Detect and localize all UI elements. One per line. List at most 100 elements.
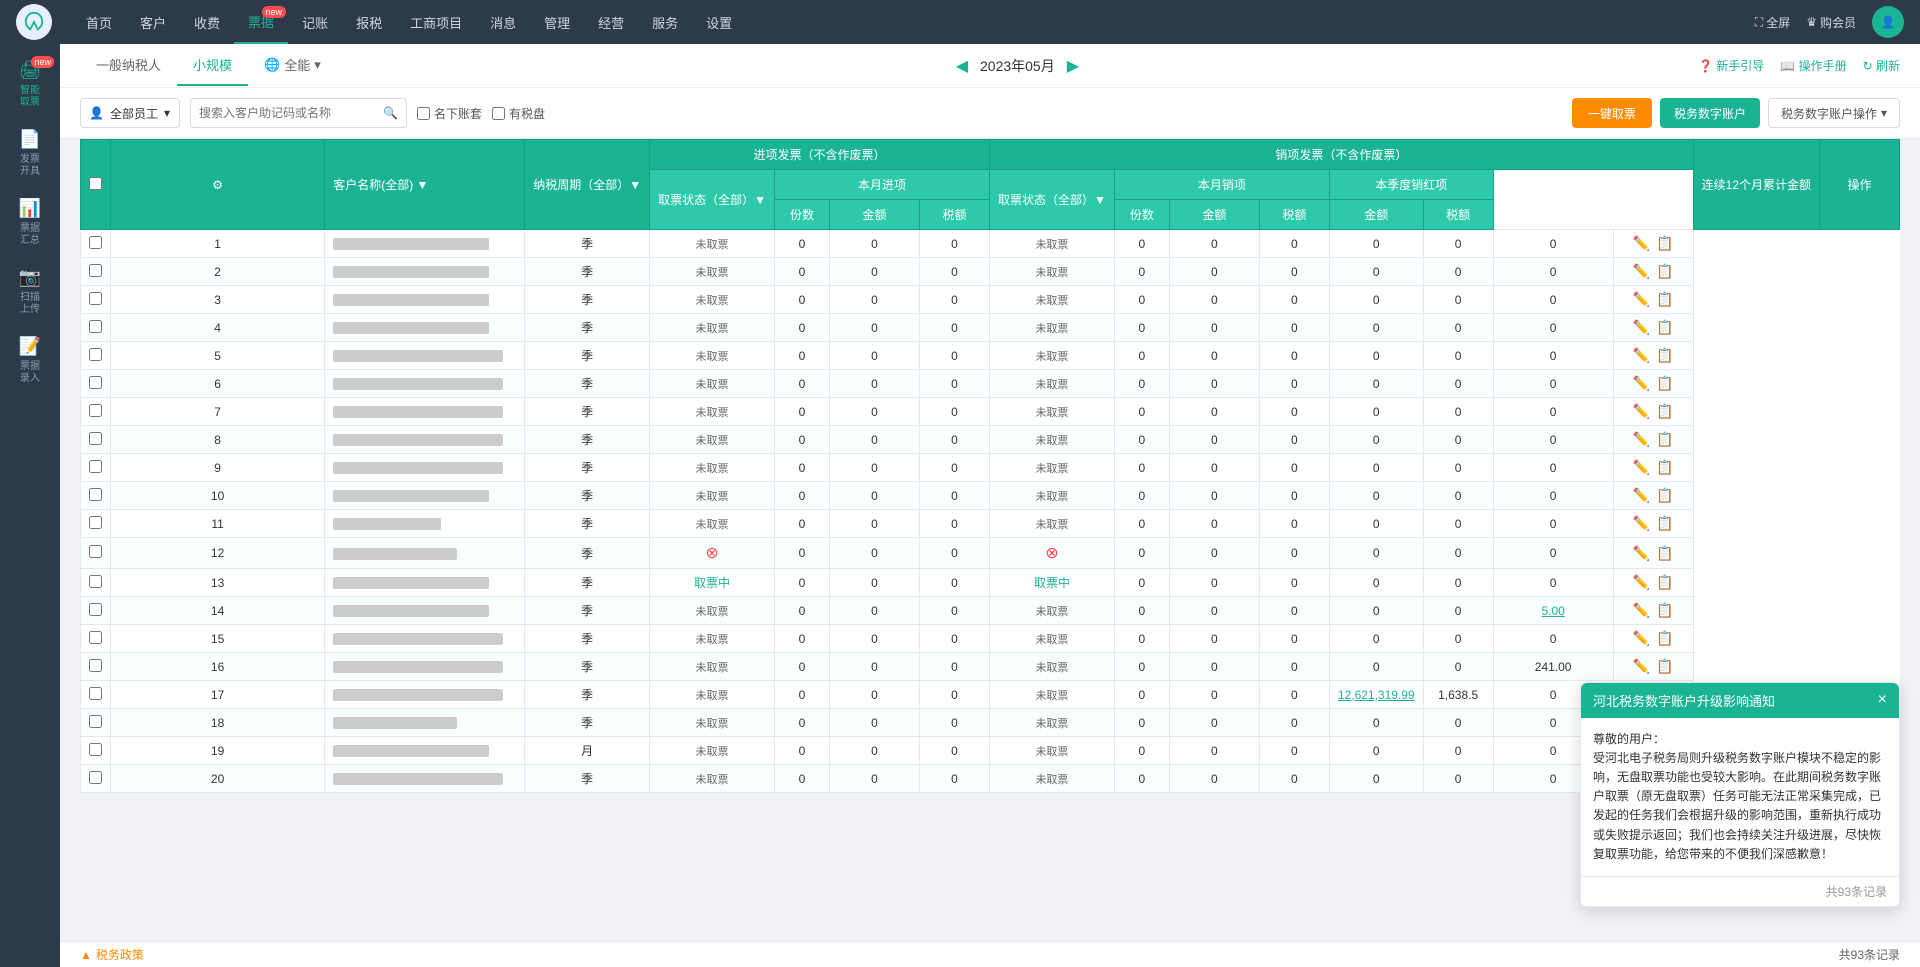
red-tax-value: 0 [1455, 632, 1462, 646]
employee-select[interactable]: 👤 全部员工 ▾ [80, 98, 180, 128]
row-checkbox[interactable] [89, 488, 102, 501]
user-avatar[interactable]: 👤 [1872, 6, 1904, 38]
sidebar-item-invoice-entry[interactable]: 📝 票据录入 [2, 328, 58, 393]
edit-icon[interactable]: ✏️ [1633, 515, 1650, 532]
row-checkbox[interactable] [89, 236, 102, 249]
vip-btn[interactable]: ♛ 购会员 [1806, 14, 1856, 31]
copy-icon[interactable]: 📋 [1656, 602, 1673, 619]
edit-icon[interactable]: ✏️ [1633, 487, 1650, 504]
digital-account-op-btn[interactable]: 税务数字账户操作 ▾ [1768, 98, 1900, 128]
tab-all[interactable]: 🌐 全能 ▾ [248, 46, 337, 86]
copy-icon[interactable]: 📋 [1656, 545, 1673, 562]
tab-small[interactable]: 小规模 [177, 46, 248, 86]
row-checkbox[interactable] [89, 771, 102, 784]
copy-icon[interactable]: 📋 [1656, 375, 1673, 392]
row-checkbox[interactable] [89, 575, 102, 588]
checkbox-account[interactable]: 名下账套 [417, 105, 482, 122]
manual-link[interactable]: 📖 操作手册 [1780, 57, 1846, 74]
row-checkbox[interactable] [89, 603, 102, 616]
row-checkbox[interactable] [89, 292, 102, 305]
row-checkbox[interactable] [89, 460, 102, 473]
nav-tax[interactable]: 报税 [342, 0, 396, 44]
row-checkbox[interactable] [89, 545, 102, 558]
copy-icon[interactable]: 📋 [1656, 515, 1673, 532]
one-click-invoice-btn[interactable]: 一键取票 [1572, 98, 1652, 128]
copy-icon[interactable]: 📋 [1656, 319, 1673, 336]
copy-icon[interactable]: 📋 [1656, 263, 1673, 280]
taxdisk-checkbox[interactable] [492, 107, 505, 120]
tab-general[interactable]: 一般纳税人 [80, 46, 177, 86]
row-checkbox[interactable] [89, 659, 102, 672]
row-checkbox[interactable] [89, 687, 102, 700]
tax-policy-link[interactable]: ▲ 税务政策 [80, 946, 144, 963]
copy-icon[interactable]: 📋 [1656, 487, 1673, 504]
copy-icon[interactable]: 📋 [1656, 235, 1673, 252]
cumul-value[interactable]: 5.00 [1541, 604, 1564, 618]
fullscreen-btn[interactable]: ⛶ 全屏 [1755, 14, 1790, 31]
row-checkbox[interactable] [89, 320, 102, 333]
search-input[interactable] [199, 106, 379, 120]
select-all-checkbox[interactable] [89, 177, 102, 190]
row-checkbox[interactable] [89, 743, 102, 756]
nav-service[interactable]: 服务 [638, 0, 692, 44]
sidebar-item-invoice-summary[interactable]: 📊 票据汇总 [2, 190, 58, 255]
col-header-period[interactable]: 纳税周期（全部）▼ [525, 140, 650, 230]
edit-icon[interactable]: ✏️ [1633, 319, 1650, 336]
col-header-out-status[interactable]: 取票状态（全部）▼ [990, 170, 1115, 230]
digital-account-btn[interactable]: 税务数字账户 [1660, 98, 1760, 128]
row-checkbox[interactable] [89, 715, 102, 728]
new-guide-link[interactable]: ❓ 新手引导 [1698, 57, 1764, 74]
copy-icon[interactable]: 📋 [1656, 574, 1673, 591]
copy-icon[interactable]: 📋 [1656, 658, 1673, 675]
sidebar-item-smart-invoice[interactable]: 🖨 智能取票 new [2, 52, 58, 117]
edit-icon[interactable]: ✏️ [1633, 403, 1650, 420]
row-checkbox[interactable] [89, 348, 102, 361]
sidebar-item-scan-upload[interactable]: 📷 扫描上传 [2, 259, 58, 324]
nav-invoice[interactable]: 票据 new [234, 0, 288, 44]
edit-icon[interactable]: ✏️ [1633, 235, 1650, 252]
col-header-in-status[interactable]: 取票状态（全部）▼ [650, 170, 775, 230]
account-checkbox[interactable] [417, 107, 430, 120]
sidebar-item-open-invoice[interactable]: 📄 发票开具 [2, 121, 58, 186]
edit-icon[interactable]: ✏️ [1633, 291, 1650, 308]
col-header-name[interactable]: 客户名称(全部) ▼ [325, 140, 525, 230]
checkbox-taxdisk[interactable]: 有税盘 [492, 105, 545, 122]
edit-icon[interactable]: ✏️ [1633, 545, 1650, 562]
edit-icon[interactable]: ✏️ [1633, 263, 1650, 280]
edit-icon[interactable]: ✏️ [1633, 347, 1650, 364]
nav-manage[interactable]: 管理 [530, 0, 584, 44]
edit-icon[interactable]: ✏️ [1633, 658, 1650, 675]
settings-icon[interactable]: ⚙ [212, 178, 223, 192]
edit-icon[interactable]: ✏️ [1633, 574, 1650, 591]
row-checkbox[interactable] [89, 516, 102, 529]
prev-month-btn[interactable]: ◀ [956, 56, 968, 76]
row-checkbox[interactable] [89, 432, 102, 445]
nav-settings[interactable]: 设置 [692, 0, 746, 44]
edit-icon[interactable]: ✏️ [1633, 431, 1650, 448]
row-checkbox[interactable] [89, 264, 102, 277]
search-icon[interactable]: 🔍 [383, 106, 398, 120]
next-month-btn[interactable]: ▶ [1067, 56, 1079, 76]
row-checkbox[interactable] [89, 631, 102, 644]
copy-icon[interactable]: 📋 [1656, 291, 1673, 308]
nav-customer[interactable]: 客户 [126, 0, 180, 44]
refresh-link[interactable]: ↻ 刷新 [1863, 57, 1900, 74]
nav-operation[interactable]: 经营 [584, 0, 638, 44]
nav-home[interactable]: 首页 [72, 0, 126, 44]
edit-icon[interactable]: ✏️ [1633, 459, 1650, 476]
nav-message[interactable]: 消息 [476, 0, 530, 44]
edit-icon[interactable]: ✏️ [1633, 375, 1650, 392]
copy-icon[interactable]: 📋 [1656, 347, 1673, 364]
copy-icon[interactable]: 📋 [1656, 459, 1673, 476]
notification-close-btn[interactable]: × [1878, 691, 1887, 709]
nav-accounting[interactable]: 记账 [288, 0, 342, 44]
edit-icon[interactable]: ✏️ [1633, 602, 1650, 619]
row-checkbox[interactable] [89, 404, 102, 417]
copy-icon[interactable]: 📋 [1656, 403, 1673, 420]
copy-icon[interactable]: 📋 [1656, 630, 1673, 647]
row-checkbox[interactable] [89, 376, 102, 389]
nav-fee[interactable]: 收费 [180, 0, 234, 44]
nav-business[interactable]: 工商项目 [396, 0, 476, 44]
copy-icon[interactable]: 📋 [1656, 431, 1673, 448]
edit-icon[interactable]: ✏️ [1633, 630, 1650, 647]
